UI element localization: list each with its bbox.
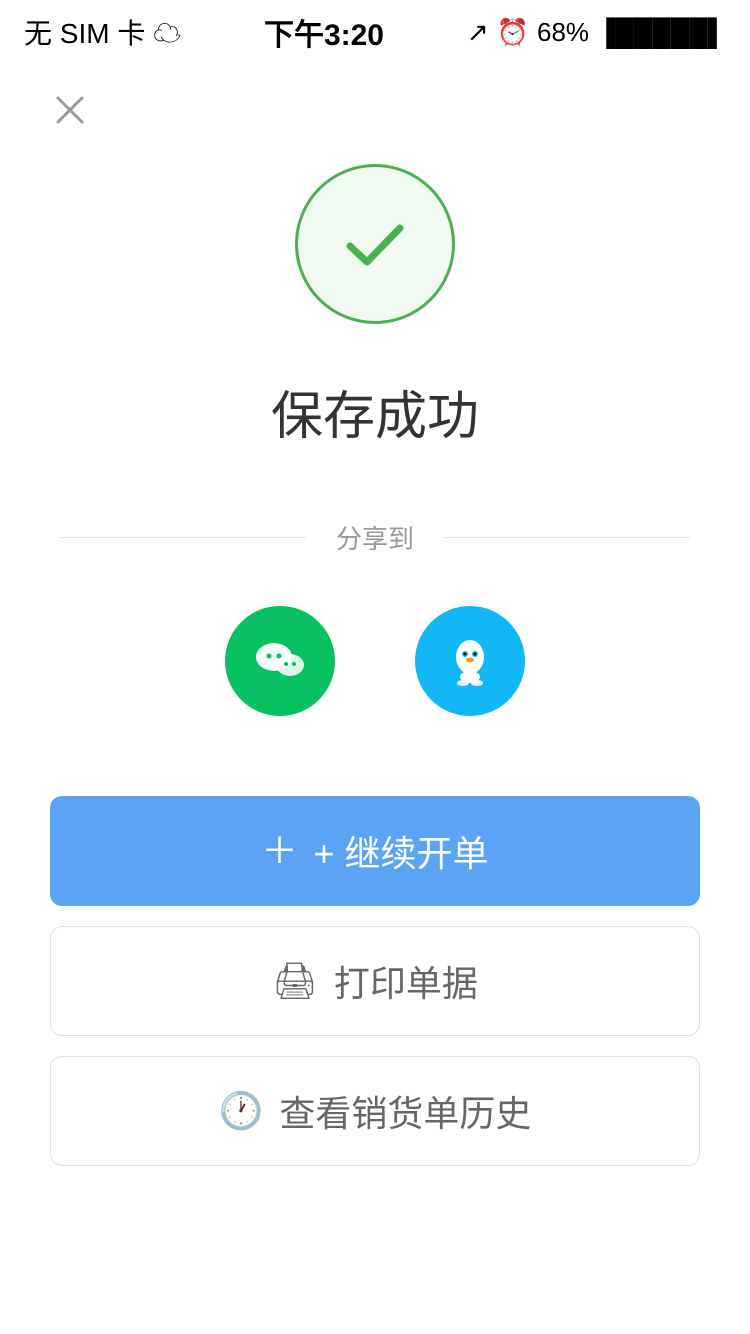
location-icon: ↗ (467, 17, 489, 48)
qq-share-button[interactable] (415, 606, 525, 716)
share-divider: 分享到 (0, 519, 750, 556)
share-icons (225, 606, 525, 716)
success-circle (295, 164, 455, 324)
continue-icon: ＋ (261, 833, 297, 869)
sim-status: 无 SIM 卡 ☁ (24, 12, 181, 52)
wechat-share-button[interactable] (225, 606, 335, 716)
battery-icon: ▐█████▌ (597, 17, 726, 48)
battery-level: 68% (537, 17, 589, 48)
print-label: 打印单据 (334, 955, 478, 1007)
checkmark-icon (335, 204, 415, 284)
qq-icon (438, 629, 502, 693)
history-icon: 🕐 (219, 1093, 264, 1129)
status-time: 下午3:20 (264, 10, 384, 54)
status-right: ↗ ⏰ 68% ▐█████▌ (467, 17, 726, 48)
status-bar: 无 SIM 卡 ☁ 下午3:20 ↗ ⏰ 68% ▐█████▌ (0, 0, 750, 64)
main-content: 保存成功 分享到 (0, 64, 750, 1166)
status-left: 无 SIM 卡 ☁ (24, 12, 181, 52)
divider-line-left (60, 537, 306, 538)
print-button[interactable]: 🖨 打印单据 (50, 926, 700, 1036)
close-button[interactable] (40, 80, 100, 140)
wechat-icon (248, 629, 312, 693)
success-title: 保存成功 (271, 374, 479, 449)
print-icon: 🖨 (272, 963, 318, 999)
history-button[interactable]: 🕐 查看销货单历史 (50, 1056, 700, 1166)
alarm-icon: ⏰ (497, 17, 529, 48)
divider-line-right (444, 537, 690, 538)
continue-label: + 继续开单 (313, 825, 488, 877)
action-buttons: ＋ + 继续开单 🖨 打印单据 🕐 查看销货单历史 (50, 796, 700, 1166)
history-label: 查看销货单历史 (279, 1085, 531, 1137)
share-label: 分享到 (306, 519, 444, 556)
continue-button[interactable]: ＋ + 继续开单 (50, 796, 700, 906)
